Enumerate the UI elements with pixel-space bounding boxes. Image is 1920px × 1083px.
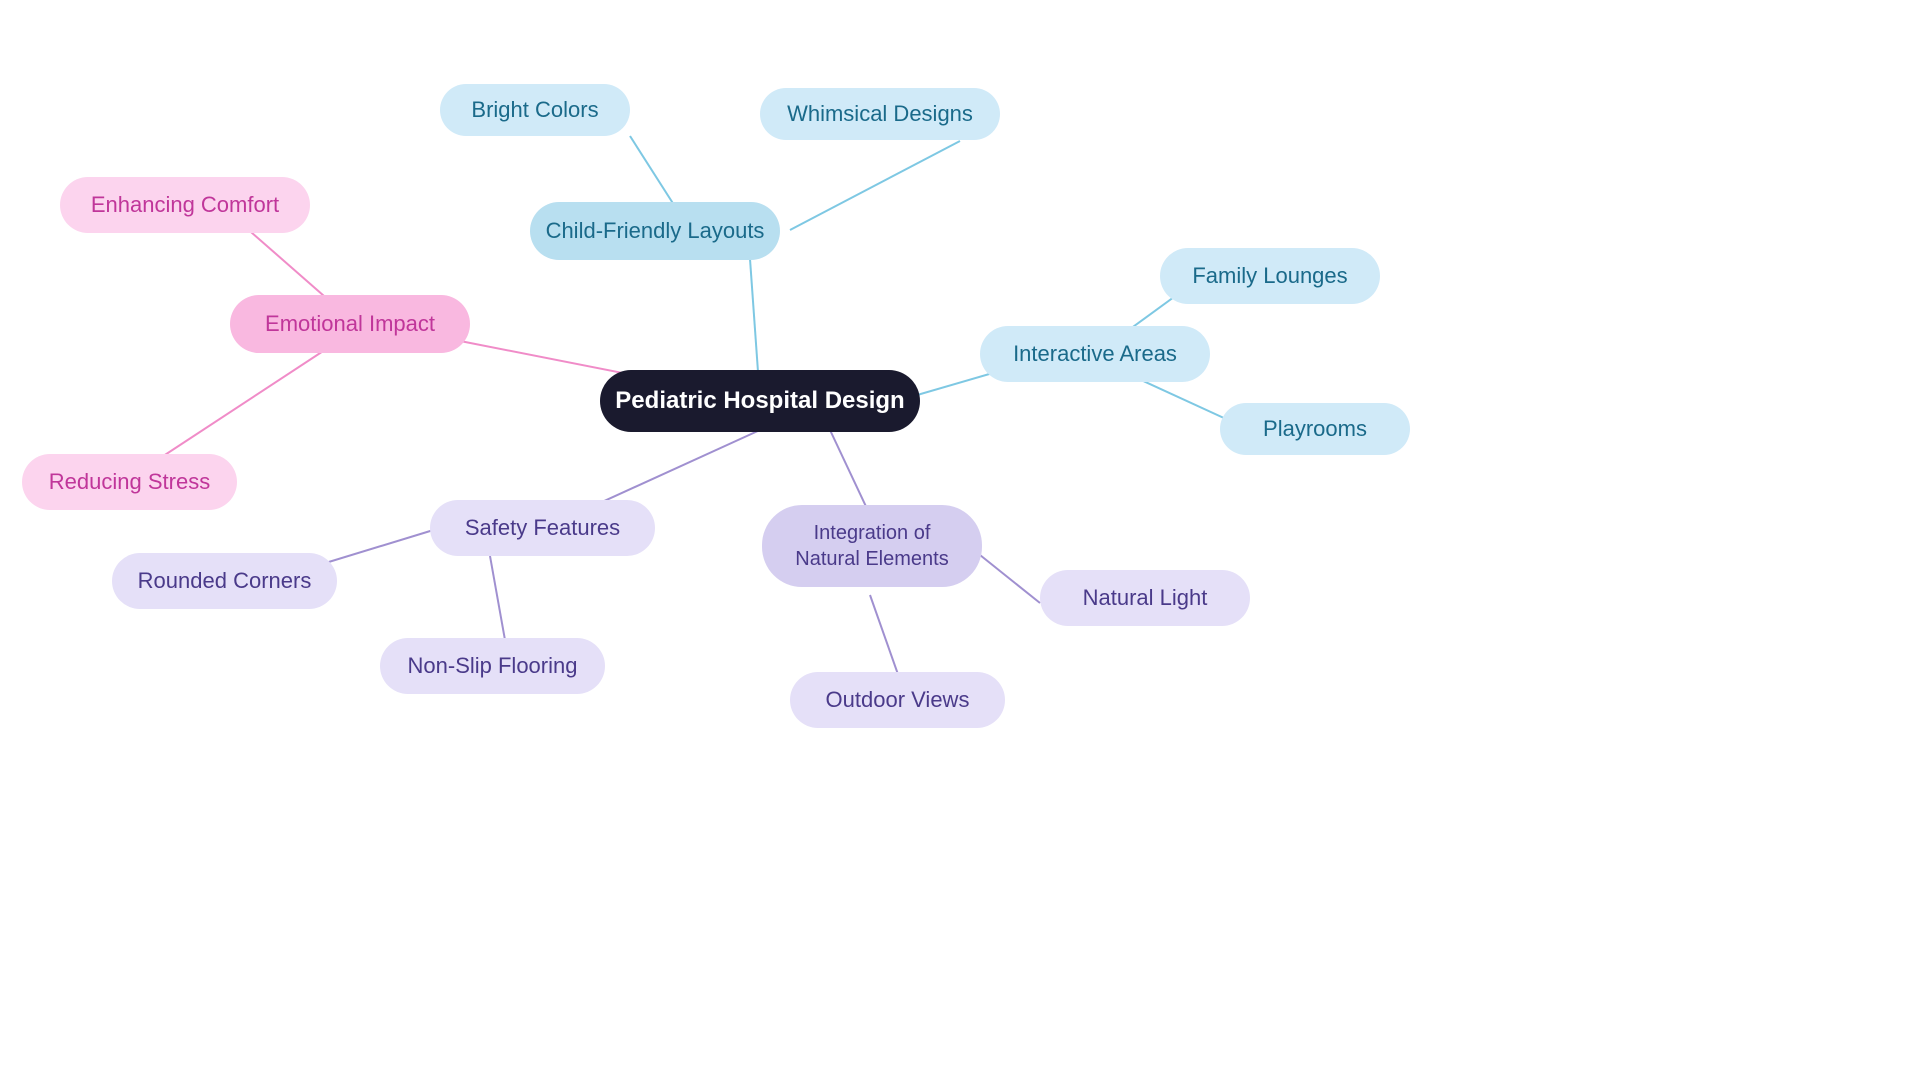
node-whimsical-designs: Whimsical Designs: [760, 88, 1000, 140]
node-natural-light: Natural Light: [1040, 570, 1250, 626]
node-rounded-corners: Rounded Corners: [112, 553, 337, 609]
node-emotional-impact: Emotional Impact: [230, 295, 470, 353]
node-reducing-stress: Reducing Stress: [22, 454, 237, 510]
node-bright-colors: Bright Colors: [440, 84, 630, 136]
node-interactive-areas: Interactive Areas: [980, 326, 1210, 382]
node-integration-natural-elements: Integration of Natural Elements: [762, 505, 982, 587]
node-family-lounges: Family Lounges: [1160, 248, 1380, 304]
node-playrooms: Playrooms: [1220, 403, 1410, 455]
center-node: Pediatric Hospital Design: [600, 370, 920, 432]
node-enhancing-comfort: Enhancing Comfort: [60, 177, 310, 233]
node-child-friendly-layouts: Child-Friendly Layouts: [530, 202, 780, 260]
node-non-slip-flooring: Non-Slip Flooring: [380, 638, 605, 694]
node-outdoor-views: Outdoor Views: [790, 672, 1005, 728]
node-safety-features: Safety Features: [430, 500, 655, 556]
